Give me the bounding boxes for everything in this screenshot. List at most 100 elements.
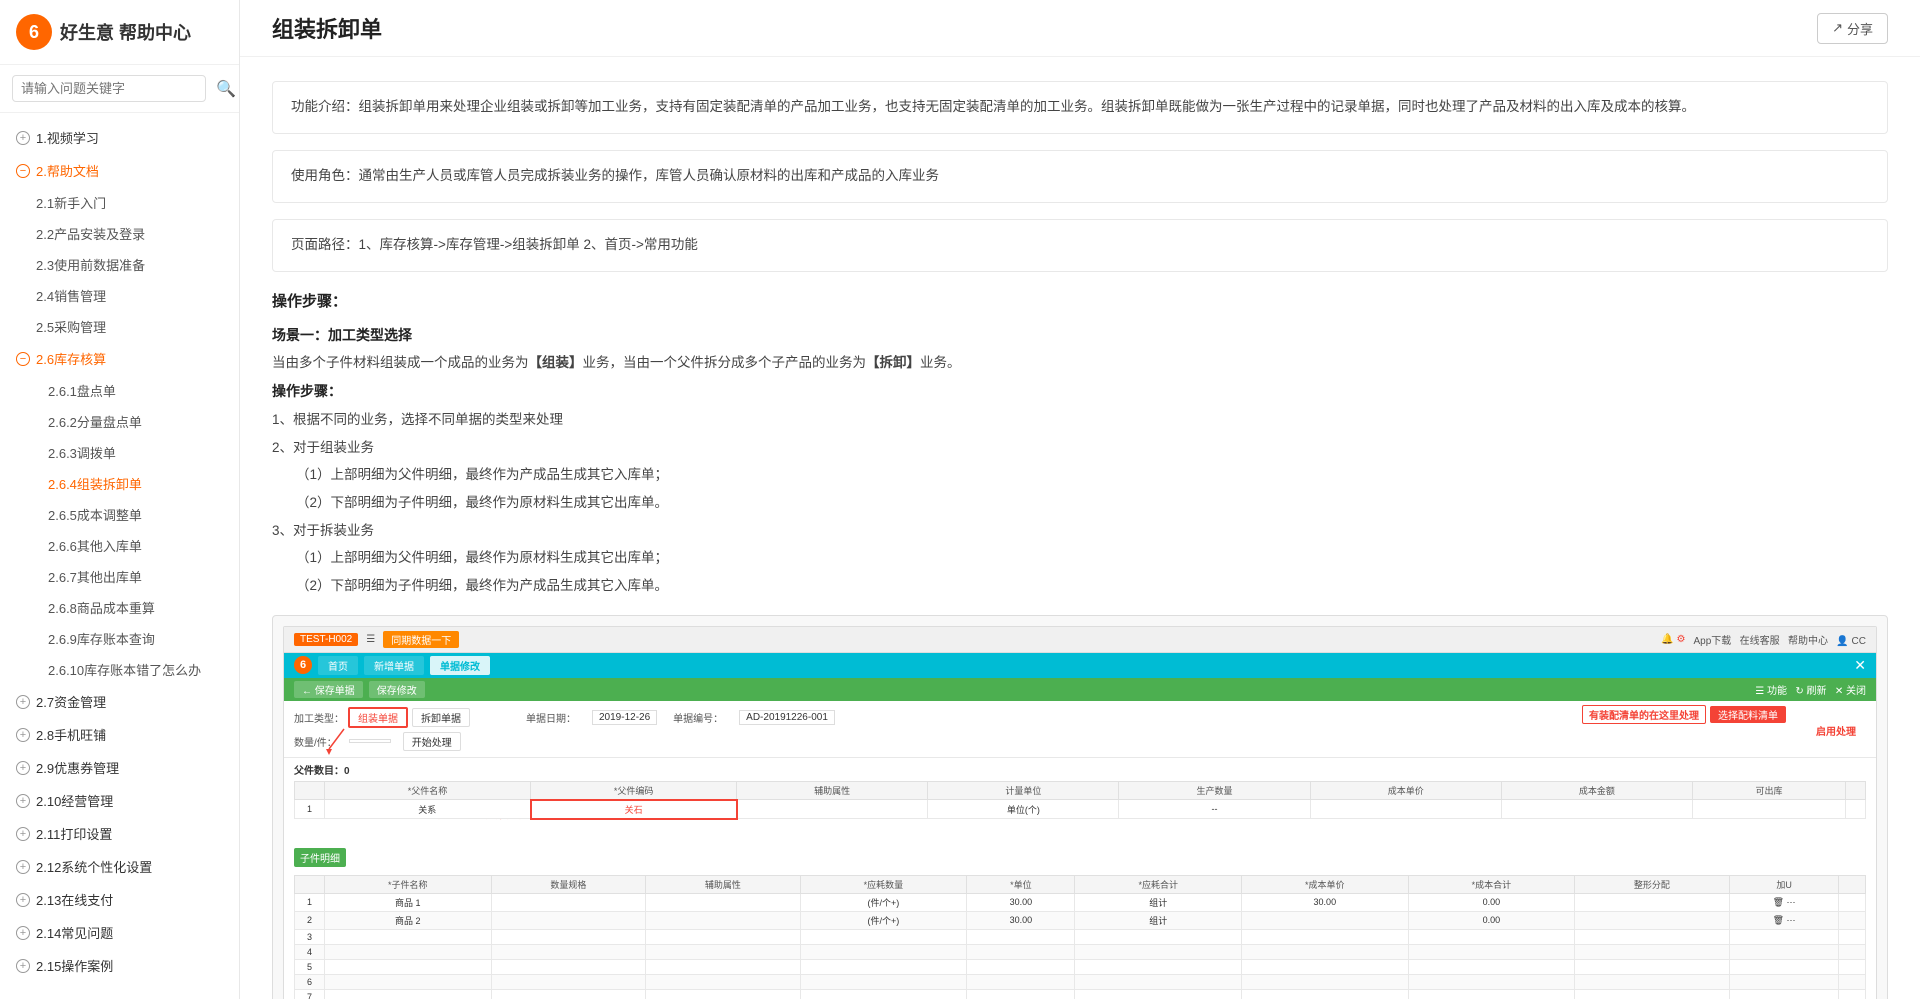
- plus-icon-pay: +: [16, 893, 30, 907]
- sidebar-item-other-in[interactable]: 2.6.6其他入库单: [0, 530, 239, 561]
- mock-toolbar-save: 保存修改: [369, 681, 425, 698]
- sidebar-item-mobile[interactable]: + 2.8手机旺铺: [0, 718, 239, 751]
- sidebar-item-data-prep[interactable]: 2.3使用前数据准备: [0, 249, 239, 280]
- sidebar-item-personalize[interactable]: + 2.12系统个性化设置: [0, 850, 239, 883]
- mock-date-value: 2019-12-26: [592, 710, 657, 725]
- sidebar-item-sales[interactable]: 2.4销售管理: [0, 280, 239, 311]
- main-header: 组装拆卸单 ↗ 分享: [240, 0, 1920, 57]
- mock-type-label: 加工类型：: [294, 710, 344, 725]
- sidebar-item-stock-ledger[interactable]: 2.6.9库存账本查询: [0, 623, 239, 654]
- sidebar-item-operation[interactable]: + 2.10经营管理: [0, 784, 239, 817]
- sidebar-item-label: 2.14常见问题: [36, 923, 113, 942]
- sidebar-item-cost-recalc[interactable]: 2.6.8商品成本重算: [0, 592, 239, 623]
- mock-nav-purchase: 新增单据: [364, 656, 424, 675]
- mock-nav-icon: ☰: [366, 634, 375, 645]
- mock-parent-table: *父件名称 *父件编码 辅助属性 计量单位 生产数量 成本单价 成本金额 可出库: [294, 781, 1866, 820]
- mock-close-icon: ✕: [1854, 657, 1866, 674]
- sidebar: 6 好生意 帮助中心 🔍 + 1.视频学习 − 2.帮助文档 2.1新手入门 2…: [0, 0, 240, 999]
- step-item: 1、根据不同的业务，选择不同单据的类型来处理: [272, 407, 1888, 433]
- mock-nav-active: 单据修改: [430, 656, 490, 675]
- mock-nav-home: 首页: [318, 656, 358, 675]
- plus-icon-pers: +: [16, 860, 30, 874]
- sidebar-item-cases[interactable]: + 2.15操作案例: [0, 949, 239, 982]
- sidebar-item-label: 2.帮助文档: [36, 161, 99, 180]
- sidebar-item-other-out[interactable]: 2.6.7其他出库单: [0, 561, 239, 592]
- sidebar-item-purchase[interactable]: 2.5采购管理: [0, 311, 239, 342]
- page-title: 组装拆卸单: [272, 12, 382, 44]
- mock-orange-tab: 同期数据一下: [383, 631, 459, 648]
- sidebar-item-label: 2.15操作案例: [36, 956, 113, 975]
- sidebar-item-split-stocktake[interactable]: 2.6.2分量盘点单: [0, 406, 239, 437]
- minus-icon: −: [16, 164, 30, 178]
- step-item: 3、对于拆装业务: [272, 518, 1888, 544]
- mock-toolbar-extra: ☰ 功能 ↻ 刷新 ✕ 关闭: [1755, 682, 1866, 697]
- mock-help: App下载 在线客服 帮助中心 👤 CC: [1694, 632, 1866, 647]
- app-name: 好生意 帮助中心: [60, 19, 191, 45]
- sidebar-item-video[interactable]: + 1.视频学习: [0, 121, 239, 154]
- sidebar-item-inventory[interactable]: − 2.6库存核算: [0, 342, 239, 375]
- sidebar-item-stock-fix[interactable]: 2.6.10库存账本错了怎么办: [0, 654, 239, 685]
- path-intro-block: 页面路径：1、库存核算->库存管理->组装拆卸单 2、首页->常用功能: [272, 219, 1888, 272]
- screenshot-container: TEST-H002 ☰ 同期数据一下 🔔 ⚙ App下载 在线客服 帮助中心 👤…: [272, 615, 1888, 999]
- sidebar-item-label: 2.9优惠券管理: [36, 758, 119, 777]
- sidebar-item-stocktake[interactable]: 2.6.1盘点单: [0, 375, 239, 406]
- sidebar-item-finance[interactable]: + 2.7资金管理: [0, 685, 239, 718]
- mock-date-label: 单据日期：: [526, 710, 576, 725]
- plus-icon-finance: +: [16, 695, 30, 709]
- step-sub-item: （2）下部明细为子件明细，最终作为原材料生成其它出库单。: [272, 490, 1888, 516]
- scenario1-title: 场景一：加工类型选择: [272, 325, 1888, 345]
- share-label: 分享: [1847, 19, 1873, 38]
- search-input[interactable]: [12, 75, 206, 102]
- role-intro-block: 使用角色：通常由生产人员或库管人员完成拆装业务的操作，库管人员确认原材料的出库和…: [272, 150, 1888, 203]
- share-button[interactable]: ↗ 分享: [1817, 13, 1888, 44]
- sidebar-item-label: 2.12系统个性化设置: [36, 857, 152, 876]
- mock-child-table: *子件名称 数量规格 辅助属性 *应耗数量 *单位 *应耗合计 *成本单价 *成…: [294, 875, 1866, 999]
- step-sub-item: （2）下部明细为子件明细，最终作为产成品生成其它入库单。: [272, 573, 1888, 599]
- plus-icon-coupon: +: [16, 761, 30, 775]
- role-intro-text: 使用角色：通常由生产人员或库管人员完成拆装业务的操作，库管人员确认原材料的出库和…: [291, 168, 939, 183]
- annotation-bom: 有装配清单的在这里处理: [1582, 705, 1706, 724]
- function-intro-block: 功能介绍：组装拆卸单用来处理企业组装或拆卸等加工业务，支持有固定装配清单的产品加…: [272, 81, 1888, 134]
- mock-logo-small: 6: [294, 656, 312, 674]
- sidebar-item-label: 2.8手机旺铺: [36, 725, 106, 744]
- mock-no-label: 单据编号：: [673, 710, 723, 725]
- step-item: 2、对于组装业务: [272, 435, 1888, 461]
- plus-icon-mobile: +: [16, 728, 30, 742]
- mock-icons: 🔔 ⚙: [1661, 634, 1685, 645]
- sidebar-item-cost-adj[interactable]: 2.6.5成本调整单: [0, 499, 239, 530]
- screenshot-mock: TEST-H002 ☰ 同期数据一下 🔔 ⚙ App下载 在线客服 帮助中心 👤…: [283, 626, 1877, 999]
- main-content: 功能介绍：组装拆卸单用来处理企业组装或拆卸等加工业务，支持有固定装配清单的产品加…: [240, 57, 1920, 999]
- search-area: 🔍: [0, 65, 239, 113]
- sidebar-item-payment[interactable]: + 2.13在线支付: [0, 883, 239, 916]
- sidebar-item-docs[interactable]: − 2.帮助文档: [0, 154, 239, 187]
- mock-toolbar-back: ← 保存单据: [294, 681, 363, 698]
- sidebar-item-install[interactable]: 2.2产品安装及登录: [0, 218, 239, 249]
- sidebar-item-label: 2.13在线支付: [36, 890, 113, 909]
- sidebar-item-label: 2.6库存核算: [36, 349, 106, 368]
- steps-list: 1、根据不同的业务，选择不同单据的类型来处理 2、对于组装业务 （1）上部明细为…: [272, 407, 1888, 598]
- sidebar-item-label: 2.7资金管理: [36, 692, 106, 711]
- main-area: 组装拆卸单 ↗ 分享 功能介绍：组装拆卸单用来处理企业组装或拆卸等加工业务，支持…: [240, 0, 1920, 999]
- logo-area: 6 好生意 帮助中心: [0, 0, 239, 65]
- function-intro-text: 功能介绍：组装拆卸单用来处理企业组装或拆卸等加工业务，支持有固定装配清单的产品加…: [291, 99, 1695, 114]
- mock-no-value: AD-20191226-001: [739, 710, 835, 725]
- sidebar-item-newbie[interactable]: 2.1新手入门: [0, 187, 239, 218]
- share-icon: ↗: [1832, 20, 1843, 36]
- sidebar-item-label: 1.视频学习: [36, 128, 99, 147]
- sidebar-item-coupon[interactable]: + 2.9优惠券管理: [0, 751, 239, 784]
- search-button[interactable]: 🔍: [212, 79, 240, 99]
- sidebar-item-transfer[interactable]: 2.6.3调拨单: [0, 437, 239, 468]
- sidebar-item-print[interactable]: + 2.11打印设置: [0, 817, 239, 850]
- plus-icon-op: +: [16, 794, 30, 808]
- path-intro-text: 页面路径：1、库存核算->库存管理->组装拆卸单 2、首页->常用功能: [291, 237, 698, 252]
- sidebar-item-assembly[interactable]: 2.6.4组装拆卸单: [0, 468, 239, 499]
- sidebar-item-faq[interactable]: + 2.14常见问题: [0, 916, 239, 949]
- plus-icon-print: +: [16, 827, 30, 841]
- minus-icon-inv: −: [16, 352, 30, 366]
- mock-app-id: TEST-H002: [294, 633, 358, 646]
- logo-icon: 6: [16, 14, 52, 50]
- sidebar-section-video: + 1.视频学习: [0, 121, 239, 154]
- sidebar-nav: + 1.视频学习 − 2.帮助文档 2.1新手入门 2.2产品安装及登录 2.3…: [0, 113, 239, 999]
- ops-steps-subtitle: 操作步骤：: [272, 381, 1888, 401]
- mock-select-btn: 选择配料清单: [1710, 706, 1786, 723]
